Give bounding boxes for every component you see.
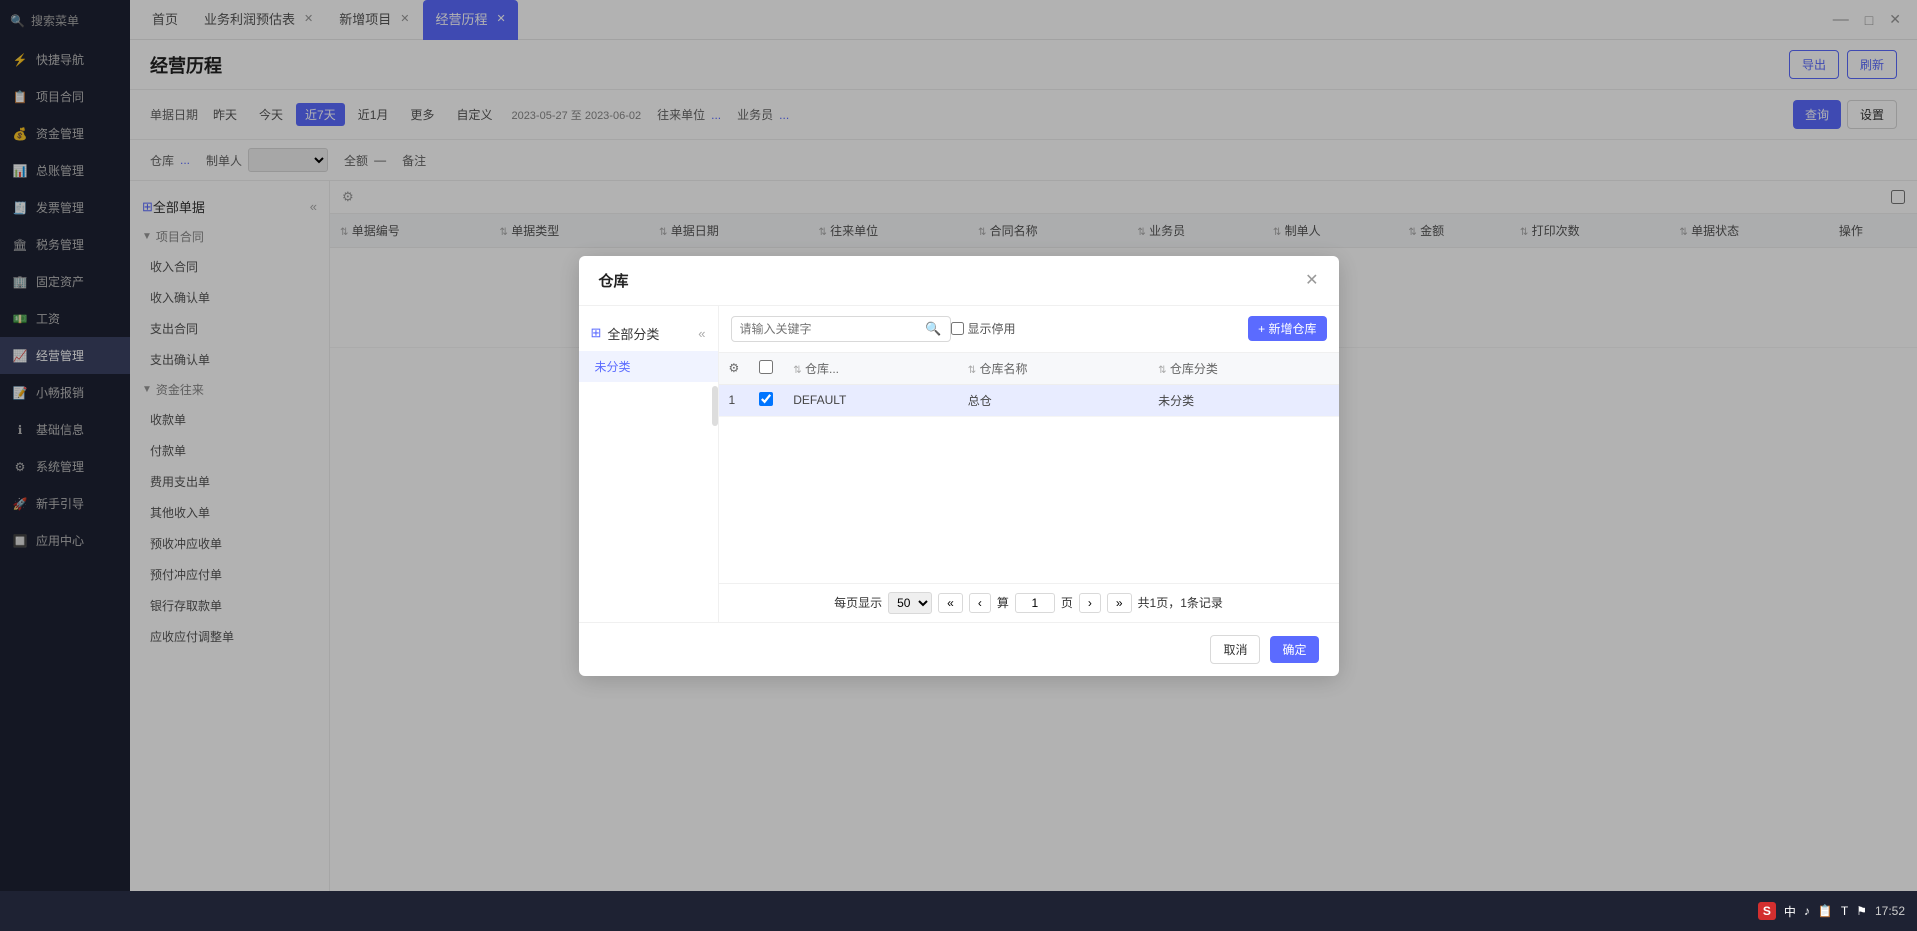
taskbar-t-icon[interactable]: T <box>1841 904 1848 918</box>
dialog-table-wrap: ⚙ ⇅ 仓库... ⇅ 仓库名称 <box>719 353 1339 583</box>
dialog-close-icon[interactable]: ✕ <box>1305 270 1318 290</box>
dialog-search-icon: 🔍 <box>925 321 941 337</box>
dialog-body: ⊞ 全部分类 « 未分类 � <box>579 306 1339 622</box>
dialog-toolbar: 🔍 显示停用 + 新增仓库 <box>719 306 1339 353</box>
taskbar-time: 17:52 <box>1875 904 1905 918</box>
dialog-first-page[interactable]: « <box>938 593 963 613</box>
cancel-button[interactable]: 取消 <box>1210 635 1260 664</box>
dialog-per-page-label: 每页显示 <box>834 594 882 611</box>
dialog-search-input[interactable] <box>740 322 922 336</box>
show-disabled-label[interactable]: 显示停用 <box>951 320 1016 337</box>
uncategorized-label: 未分类 <box>595 360 631 374</box>
dialog-table: ⚙ ⇅ 仓库... ⇅ 仓库名称 <box>719 353 1339 417</box>
dialog-search-box[interactable]: 🔍 <box>731 316 951 342</box>
all-categories-label: 全部分类 <box>607 324 659 343</box>
dialog-main: 🔍 显示停用 + 新增仓库 ⚙ <box>719 306 1339 622</box>
col-warehouse-code: ⇅ 仓库... <box>783 353 958 385</box>
row-name-cell: 总仓 <box>958 384 1148 416</box>
row-category-cell: 未分类 <box>1148 384 1338 416</box>
row-checkbox-cell[interactable] <box>749 384 783 416</box>
col-warehouse-category: ⇅ 仓库分类 <box>1148 353 1338 385</box>
sidebar-scrollbar-thumb[interactable] <box>712 386 718 426</box>
dialog-last-page[interactable]: » <box>1107 593 1132 613</box>
dialog-prev-page[interactable]: ‹ <box>969 593 991 613</box>
confirm-button[interactable]: 确定 <box>1270 636 1318 663</box>
row-checkbox[interactable] <box>759 392 773 406</box>
dialog-per-page-select[interactable]: 50 <box>888 592 932 614</box>
row-id-cell: 1 <box>719 384 750 416</box>
table-row[interactable]: 1 DEFAULT 总仓 未分类 <box>719 384 1339 416</box>
warehouse-dialog: 仓库 ✕ ⊞ 全部分类 « 未分类 <box>579 256 1339 676</box>
dialog-page-label: 算 <box>997 594 1009 611</box>
dialog-all-categories[interactable]: ⊞ 全部分类 « <box>579 316 718 351</box>
table-select-all[interactable] <box>759 360 773 374</box>
dialog-footer: 取消 确定 <box>579 622 1339 676</box>
dialog-header: 仓库 ✕ <box>579 256 1339 306</box>
dialog-page-suffix: 页 <box>1061 594 1073 611</box>
dialog-page-input[interactable] <box>1015 593 1055 613</box>
col-settings-icon[interactable]: ⚙ <box>719 353 750 385</box>
dialog-uncategorized[interactable]: 未分类 <box>579 351 718 382</box>
dialog-next-page[interactable]: › <box>1079 593 1101 613</box>
taskbar: S 中 ♪ 📋 T ⚑ 17:52 <box>0 891 1917 931</box>
show-disabled-checkbox[interactable] <box>951 322 964 335</box>
taskbar-audio-icon[interactable]: ♪ <box>1804 904 1810 918</box>
row-code-cell: DEFAULT <box>783 384 958 416</box>
dialog-total-label: 共1页，1条记录 <box>1138 594 1223 611</box>
dialog-title: 仓库 <box>599 270 629 291</box>
dialog-pagination: 每页显示 50 « ‹ 算 页 › » 共1页，1条记录 <box>719 583 1339 622</box>
col-warehouse-name: ⇅ 仓库名称 <box>958 353 1148 385</box>
taskbar-cn-icon[interactable]: 中 <box>1784 903 1796 920</box>
add-warehouse-button[interactable]: + 新增仓库 <box>1248 316 1326 341</box>
col-gear-icon: ⚙ <box>729 361 740 375</box>
taskbar-s-icon[interactable]: S <box>1758 902 1776 920</box>
dialog-overlay: 仓库 ✕ ⊞ 全部分类 « 未分类 <box>0 0 1917 931</box>
taskbar-flag-icon[interactable]: ⚑ <box>1856 904 1867 918</box>
dialog-sidebar: ⊞ 全部分类 « 未分类 <box>579 306 719 622</box>
grid-icon: ⊞ <box>591 325 602 341</box>
show-disabled-text: 显示停用 <box>968 320 1016 337</box>
col-select-checkbox[interactable] <box>749 353 783 385</box>
sidebar-collapse-icon[interactable]: « <box>698 326 705 341</box>
taskbar-clipboard-icon[interactable]: 📋 <box>1818 904 1833 918</box>
